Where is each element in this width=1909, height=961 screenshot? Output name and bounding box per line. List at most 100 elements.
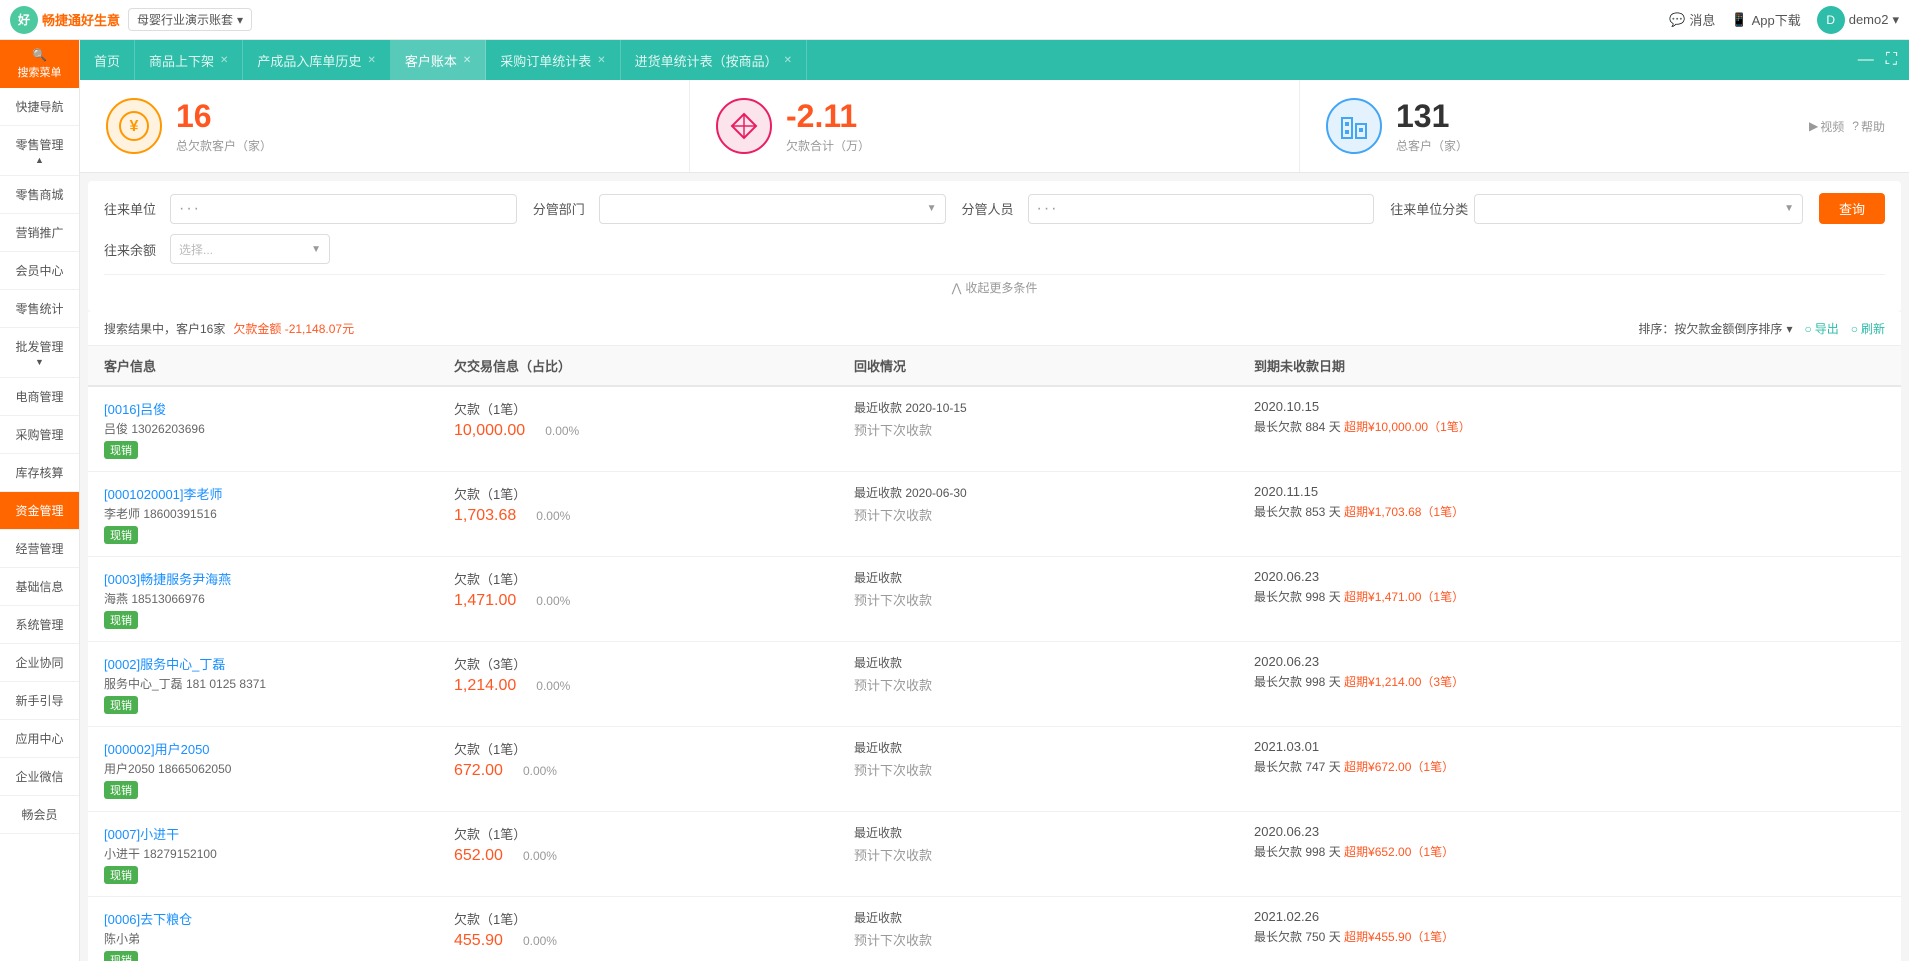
sidebar-item-retail-store[interactable]: 零售商城 [0, 176, 79, 214]
overdue-link[interactable]: 超期¥1,214.00（3笔） [1344, 675, 1464, 689]
customer-name-link[interactable]: [0001020001]李老师 [104, 484, 454, 503]
filter-collapse-btn[interactable]: ⋀ 收起更多条件 [104, 274, 1885, 300]
tab-product-listing[interactable]: 商品上下架 ✕ [135, 40, 243, 80]
customer-info-cell: [0016]吕俊 吕俊 13026203696 现销 [104, 399, 454, 459]
overdue-link[interactable]: 超期¥1,471.00（1笔） [1344, 590, 1464, 604]
overdue-link[interactable]: 超期¥672.00（1笔） [1344, 760, 1454, 774]
customer-name-link[interactable]: [0006]去下粮仓 [104, 909, 454, 928]
sort-arrow-icon: ▾ [1786, 322, 1792, 336]
next-collection: 预计下次收款 [854, 420, 1254, 439]
col-due-date: 到期未收款日期 [1254, 356, 1885, 375]
inventory-label: 库存核算 [4, 464, 75, 481]
tab-minimize-icon[interactable]: — [1854, 51, 1878, 69]
tab-inbound-stats[interactable]: 进货单统计表（按商品） ✕ [621, 40, 807, 80]
customer-name-link[interactable]: [0003]畅捷服务尹海燕 [104, 569, 454, 588]
stat-icon-building [1324, 96, 1384, 156]
customer-name-link[interactable]: [0002]服务中心_丁磊 [104, 654, 454, 673]
money-icon: ¥ [118, 110, 150, 142]
sidebar: 🔍 搜索菜单 快捷导航 零售管理 ▲ 零售商城 营销推广 会员中心 [0, 40, 80, 961]
tab-customer-account[interactable]: 客户账本 ✕ [391, 40, 486, 80]
last-collection: 最近收款 [854, 569, 1254, 586]
overdue-link[interactable]: 超期¥652.00（1笔） [1344, 845, 1454, 859]
overdue-link[interactable]: 超期¥455.90（1笔） [1344, 930, 1454, 944]
sidebar-item-operation[interactable]: 经营管理 [0, 530, 79, 568]
sidebar-item-quick-nav[interactable]: 快捷导航 [0, 88, 79, 126]
export-btn[interactable]: ○ 导出 [1804, 320, 1838, 337]
tab-customer-account-close-icon[interactable]: ✕ [463, 55, 471, 66]
customer-info-cell: [0007]小进干 小进干 18279152100 现销 [104, 824, 454, 884]
video-action-btn[interactable]: ▶ 视频 [1809, 118, 1844, 135]
customer-info-cell: [0001020001]李老师 李老师 18600391516 现销 [104, 484, 454, 544]
collection-info-cell: 最近收款 预计下次收款 [854, 824, 1254, 864]
tab-home[interactable]: 首页 [80, 40, 135, 80]
last-collection: 最近收款 2020-06-30 [854, 484, 1254, 501]
sidebar-item-vip-member[interactable]: 畅会员 [0, 796, 79, 834]
tab-product-inbound-close-icon[interactable]: ✕ [367, 55, 375, 66]
help-label: 帮助 [1861, 118, 1885, 135]
debt-amount: 455.90 [454, 932, 503, 950]
tab-product-listing-close-icon[interactable]: ✕ [220, 55, 228, 66]
unit-category-select[interactable]: ▼ [1474, 194, 1803, 224]
debt-info-cell: 欠款（3笔） 1,214.00 0.00% [454, 654, 854, 695]
svg-text:¥: ¥ [130, 118, 139, 135]
search-button[interactable]: 查询 [1819, 193, 1885, 224]
brand-icon: 好 [10, 6, 38, 34]
sidebar-item-marketing[interactable]: 营销推广 [0, 214, 79, 252]
newbie-label: 新手引导 [4, 692, 75, 709]
manager-input[interactable]: ··· [1028, 194, 1375, 224]
debt-count: 欠款（1笔） [454, 909, 854, 928]
from-unit-input[interactable]: ··· [170, 194, 517, 224]
sidebar-item-app-center[interactable]: 应用中心 [0, 720, 79, 758]
sidebar-item-batch-mgmt[interactable]: 批发管理 ▼ [0, 328, 79, 378]
money-icon-circle: ¥ [106, 98, 162, 154]
tab-inbound-stats-close-icon[interactable]: ✕ [784, 55, 792, 66]
last-collection: 最近收款 [854, 739, 1254, 756]
sidebar-item-member[interactable]: 会员中心 [0, 252, 79, 290]
tab-product-inbound[interactable]: 产成品入库单历史 ✕ [243, 40, 390, 80]
help-action-btn[interactable]: ? 帮助 [1852, 118, 1885, 135]
message-btn[interactable]: 💬 消息 [1669, 10, 1715, 29]
sidebar-item-purchase[interactable]: 采购管理 [0, 416, 79, 454]
debt-count: 欠款（1笔） [454, 569, 854, 588]
customer-name-link[interactable]: [000002]用户2050 [104, 739, 454, 758]
tab-expand-icon[interactable]: ⛶ [1882, 51, 1901, 69]
building-icon [1338, 110, 1370, 142]
export-label: 导出 [1815, 320, 1839, 337]
debt-amount: 672.00 [454, 762, 503, 780]
sidebar-item-ecommerce[interactable]: 电商管理 [0, 378, 79, 416]
retail-mgmt-label: 零售管理 [15, 136, 63, 153]
sidebar-item-system[interactable]: 系统管理 [0, 606, 79, 644]
sidebar-search-btn[interactable]: 🔍 搜索菜单 [0, 40, 79, 88]
sidebar-item-finance[interactable]: 资金管理 [0, 492, 79, 530]
balance-label: 往来余额 [104, 240, 164, 259]
tab-purchase-stats[interactable]: 采购订单统计表 ✕ [486, 40, 620, 80]
sidebar-item-retail-stats[interactable]: 零售统计 [0, 290, 79, 328]
overdue-info: 最长欠款 750 天 超期¥455.90（1笔） [1254, 928, 1885, 945]
customer-name-link[interactable]: [0007]小进干 [104, 824, 454, 843]
dept-select[interactable]: ▼ [599, 194, 946, 224]
tab-purchase-stats-close-icon[interactable]: ✕ [597, 55, 605, 66]
refresh-btn[interactable]: ○ 刷新 [1851, 320, 1885, 337]
sidebar-item-retail-mgmt[interactable]: 零售管理 ▲ [0, 126, 79, 176]
sidebar-item-enterprise-wechat[interactable]: 企业微信 [0, 758, 79, 796]
sidebar-item-newbie[interactable]: 新手引导 [0, 682, 79, 720]
sidebar-item-inventory[interactable]: 库存核算 [0, 454, 79, 492]
customer-name-link[interactable]: [0016]吕俊 [104, 399, 454, 418]
sidebar-item-enterprise[interactable]: 企业协同 [0, 644, 79, 682]
env-selector[interactable]: 母婴行业演示账套 ▾ [128, 8, 252, 31]
balance-arrow-icon: ▼ [311, 244, 321, 255]
balance-select[interactable]: 选择... ▼ [170, 234, 330, 264]
overdue-link[interactable]: 超期¥10,000.00（1笔） [1344, 420, 1471, 434]
stat-card-total-customers: 131 总客户（家） ▶ 视频 ? 帮助 [1300, 80, 1909, 172]
tab-purchase-stats-label: 采购订单统计表 [500, 51, 591, 70]
stat-card-overdue-customers: ¥ 16 总欠款客户（家） [80, 80, 690, 172]
app-download-btn[interactable]: 📱 App下载 [1731, 10, 1800, 29]
customer-tag: 现销 [104, 441, 138, 459]
top-bar-left: 好 畅捷通好生意 母婴行业演示账套 ▾ [10, 6, 1669, 34]
sort-selector[interactable]: 排序：按欠款金额倒序排序 ▾ [1638, 320, 1792, 337]
overdue-link[interactable]: 超期¥1,703.68（1笔） [1344, 505, 1464, 519]
sidebar-item-basic-info[interactable]: 基础信息 [0, 568, 79, 606]
brand[interactable]: 好 畅捷通好生意 [10, 6, 120, 34]
diamond-icon-circle [716, 98, 772, 154]
user-menu[interactable]: D demo2 ▾ [1817, 6, 1899, 34]
